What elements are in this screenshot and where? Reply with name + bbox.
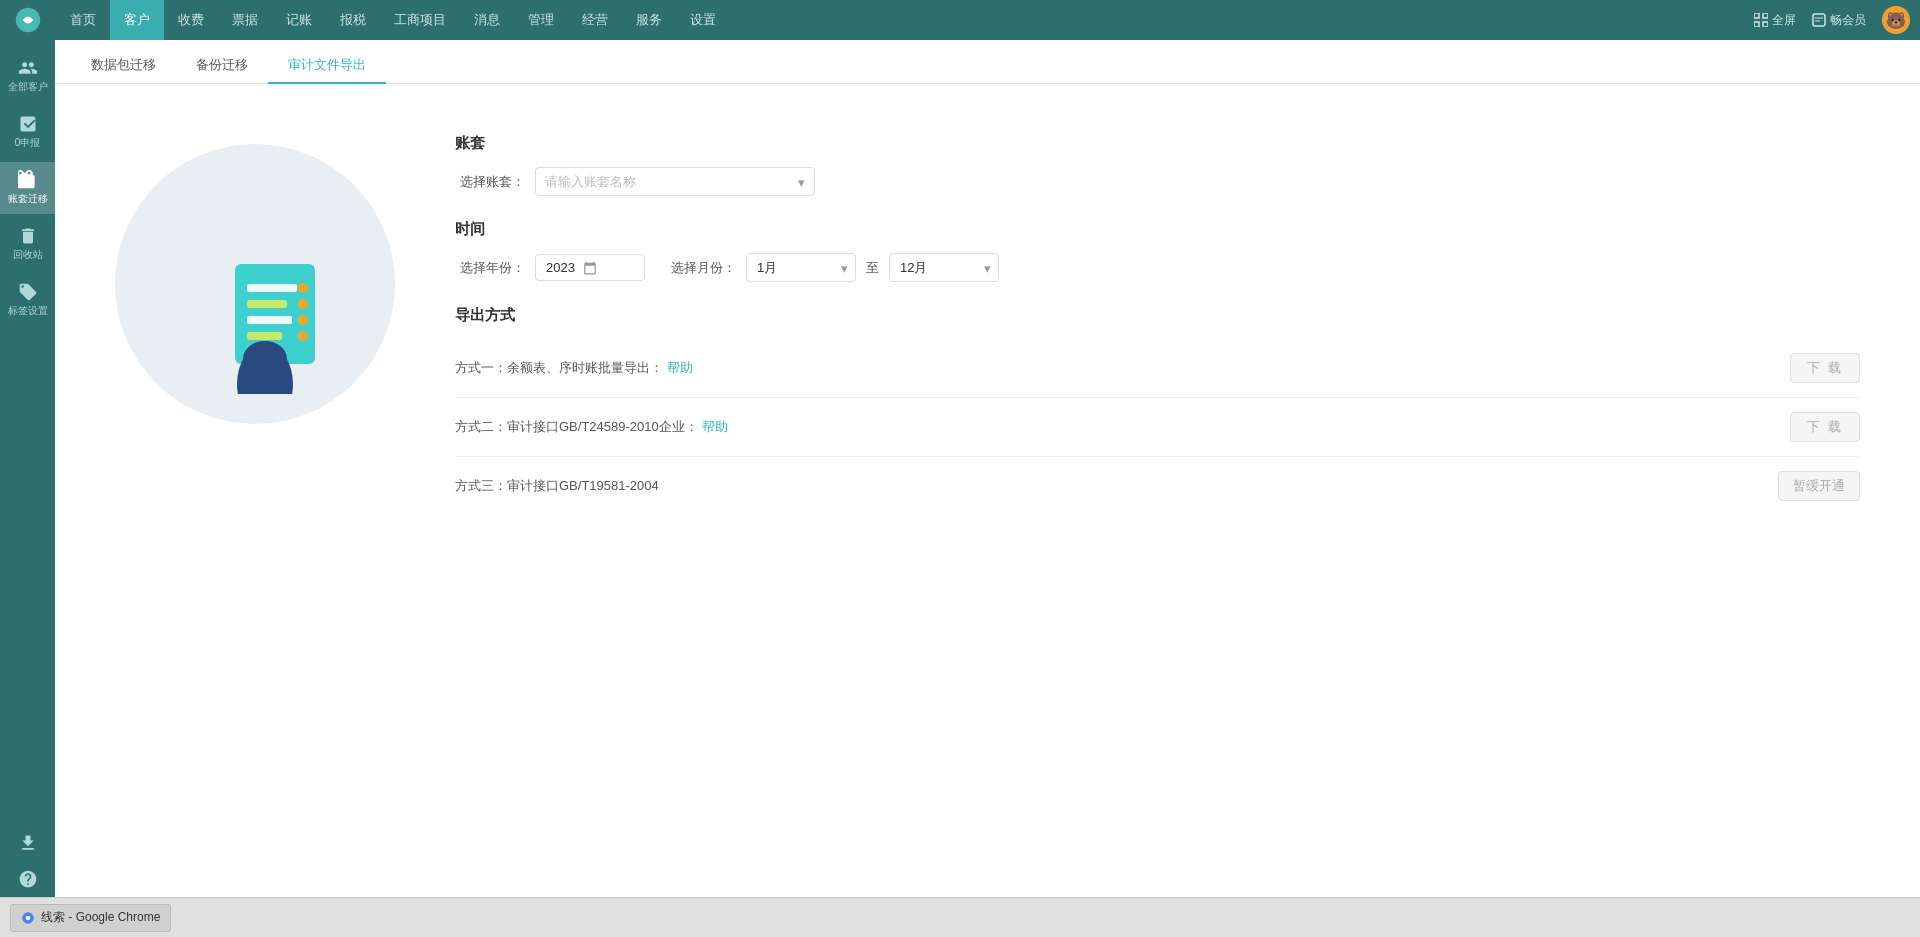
sidebar-item-migrate-label: 账套迁移 xyxy=(8,192,48,206)
sidebar-item-trash-label: 回收站 xyxy=(13,248,43,262)
account-select-wrapper: ▾ 请输入账套名称 xyxy=(535,167,815,196)
illustration-area xyxy=(115,124,395,857)
nav-billing[interactable]: 收费 xyxy=(164,0,218,40)
export-section-title: 导出方式 xyxy=(455,306,1860,325)
end-month-wrapper: 1月2月3月4月 5月6月7月8月 9月10月11月12月 ▾ xyxy=(889,253,999,282)
year-label: 选择年份： xyxy=(455,259,525,277)
export-method-2-download-btn[interactable]: 下 载 xyxy=(1790,412,1860,442)
export-method-1: 方式一：余额表、序时账批量导出： 帮助 下 载 xyxy=(455,339,1860,398)
illustration-circle xyxy=(115,144,395,424)
month-label: 选择月份： xyxy=(671,259,736,277)
svg-point-14 xyxy=(298,331,308,341)
export-method-3-label: 方式三：审计接口GB/T19581-2004 xyxy=(455,477,659,495)
sidebar-item-trash[interactable]: 回收站 xyxy=(0,218,55,270)
svg-rect-3 xyxy=(1754,22,1759,27)
main-layout: 全部客户 0申报 账套迁移 回收站 标签设置 xyxy=(0,40,1920,897)
svg-rect-8 xyxy=(247,300,287,308)
svg-rect-9 xyxy=(247,316,292,324)
export-method-3-coming-soon-btn[interactable]: 暂缓开通 xyxy=(1778,471,1860,501)
time-section: 时间 选择年份： 2023 选择月份： 1月2月3月4月 5月6月7月8月 xyxy=(455,220,1860,282)
tab-data-migration[interactable]: 数据包迁移 xyxy=(71,48,176,84)
sidebar-item-tag-settings[interactable]: 标签设置 xyxy=(0,274,55,326)
svg-point-18 xyxy=(26,915,31,920)
time-row: 选择年份： 2023 选择月份： 1月2月3月4月 5月6月7月8月 9月10月… xyxy=(455,253,1860,282)
account-section-title: 账套 xyxy=(455,134,1860,153)
top-navigation: 首页 客户 收费 票据 记账 报税 工商项目 消息 管理 经营 服务 设置 全屏… xyxy=(0,0,1920,40)
form-area: 账套 选择账套： ▾ 请输入账套名称 时间 xyxy=(455,124,1860,857)
svg-rect-7 xyxy=(247,284,297,292)
year-value: 2023 xyxy=(546,260,575,275)
nav-invoice[interactable]: 票据 xyxy=(218,0,272,40)
export-method-1-label: 方式一：余额表、序时账批量导出： 帮助 xyxy=(455,359,693,377)
app-logo[interactable] xyxy=(10,2,46,38)
sidebar-item-all-customers-label: 全部客户 xyxy=(8,80,48,94)
account-select-label: 选择账套： xyxy=(455,173,525,191)
sidebar-bottom xyxy=(14,825,42,897)
start-month-select[interactable]: 1月2月3月4月 5月6月7月8月 9月10月11月12月 xyxy=(746,253,856,282)
nav-customer[interactable]: 客户 xyxy=(110,0,164,40)
tab-audit-export[interactable]: 审计文件导出 xyxy=(268,48,386,84)
nav-manage[interactable]: 管理 xyxy=(514,0,568,40)
nav-message[interactable]: 消息 xyxy=(460,0,514,40)
svg-rect-4 xyxy=(1763,22,1768,27)
page-content: 账套 选择账套： ▾ 请输入账套名称 时间 xyxy=(55,84,1920,897)
account-section: 账套 选择账套： ▾ 请输入账套名称 xyxy=(455,134,1860,196)
tab-bar: 数据包迁移 备份迁移 审计文件导出 xyxy=(55,40,1920,84)
nav-business[interactable]: 工商项目 xyxy=(380,0,460,40)
start-month-wrapper: 1月2月3月4月 5月6月7月8月 9月10月11月12月 ▾ xyxy=(746,253,856,282)
nav-operation[interactable]: 经营 xyxy=(568,0,622,40)
fullscreen-btn[interactable]: 全屏 xyxy=(1754,12,1796,29)
account-select-row: 选择账套： ▾ 请输入账套名称 xyxy=(455,167,1860,196)
svg-rect-10 xyxy=(247,332,282,340)
sidebar: 全部客户 0申报 账套迁移 回收站 标签设置 xyxy=(0,40,55,897)
svg-rect-5 xyxy=(1813,14,1825,26)
nav-settings[interactable]: 设置 xyxy=(676,0,730,40)
sidebar-item-declaration-label: 0申报 xyxy=(15,136,41,150)
svg-rect-2 xyxy=(1763,13,1768,18)
sidebar-item-all-customers[interactable]: 全部客户 xyxy=(0,50,55,102)
time-separator: 至 xyxy=(866,259,879,277)
sidebar-item-migrate[interactable]: 账套迁移 xyxy=(0,162,55,214)
sidebar-item-help[interactable] xyxy=(14,861,42,897)
user-avatar[interactable]: 🐻 xyxy=(1882,6,1910,34)
svg-point-12 xyxy=(298,299,308,309)
export-section: 导出方式 方式一：余额表、序时账批量导出： 帮助 下 载 方式二：审计接口GB/… xyxy=(455,306,1860,515)
export-method-2-help[interactable]: 帮助 xyxy=(702,418,728,436)
export-method-2-label: 方式二：审计接口GB/T24589-2010企业： 帮助 xyxy=(455,418,728,436)
nav-items: 首页 客户 收费 票据 记账 报税 工商项目 消息 管理 经营 服务 设置 xyxy=(56,0,1754,40)
nav-bookkeeping[interactable]: 记账 xyxy=(272,0,326,40)
nav-home[interactable]: 首页 xyxy=(56,0,110,40)
svg-point-11 xyxy=(298,283,308,293)
export-method-1-download-btn[interactable]: 下 载 xyxy=(1790,353,1860,383)
member-btn[interactable]: 畅会员 xyxy=(1812,12,1866,29)
year-input[interactable]: 2023 xyxy=(535,254,645,281)
content-area: 数据包迁移 备份迁移 审计文件导出 xyxy=(55,40,1920,897)
top-nav-right: 全屏 畅会员 🐻 xyxy=(1754,6,1910,34)
svg-point-16 xyxy=(243,341,287,377)
tab-backup-migration[interactable]: 备份迁移 xyxy=(176,48,268,84)
sidebar-item-tag-settings-label: 标签设置 xyxy=(8,304,48,318)
nav-service[interactable]: 服务 xyxy=(622,0,676,40)
export-method-3: 方式三：审计接口GB/T19581-2004 暂缓开通 xyxy=(455,457,1860,515)
export-method-1-help[interactable]: 帮助 xyxy=(667,359,693,377)
sidebar-item-declaration[interactable]: 0申报 xyxy=(0,106,55,158)
svg-point-13 xyxy=(298,315,308,325)
end-month-select[interactable]: 1月2月3月4月 5月6月7月8月 9月10月11月12月 xyxy=(889,253,999,282)
svg-rect-1 xyxy=(1754,13,1759,18)
taskbar-chrome-item[interactable]: 线索 - Google Chrome xyxy=(10,904,171,932)
export-method-2: 方式二：审计接口GB/T24589-2010企业： 帮助 下 载 xyxy=(455,398,1860,457)
account-select[interactable] xyxy=(535,167,815,196)
taskbar: 线索 - Google Chrome xyxy=(0,897,1920,937)
nav-tax[interactable]: 报税 xyxy=(326,0,380,40)
sidebar-item-download[interactable] xyxy=(14,825,42,861)
time-section-title: 时间 xyxy=(455,220,1860,239)
